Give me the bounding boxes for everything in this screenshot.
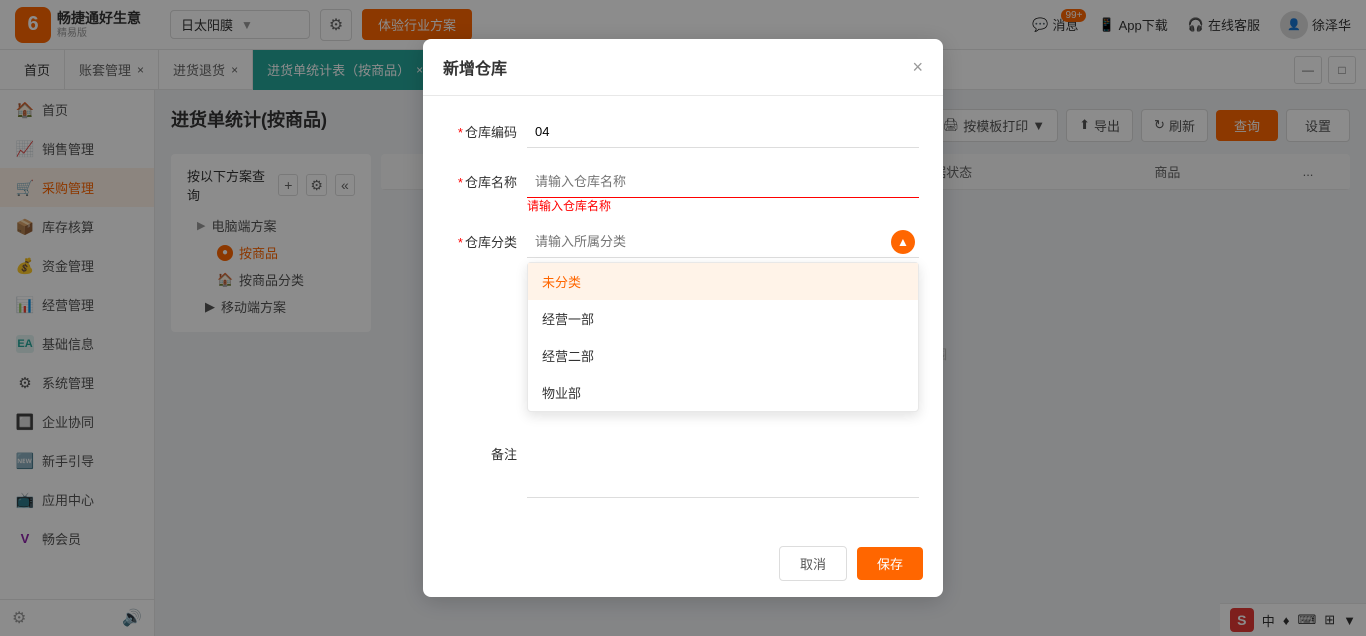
category-input[interactable] [527,226,919,258]
modal-overlay[interactable]: 新增仓库 × 仓库编码 仓库名称 请输入仓库名称 仓库分类 [0,0,1366,636]
name-error-msg: 请输入仓库名称 [527,197,611,214]
modal-header: 新增仓库 × [423,39,943,96]
category-label: 仓库分类 [447,226,527,251]
dropdown-item-0[interactable]: 未分类 [528,263,918,300]
save-button[interactable]: 保存 [857,547,923,580]
name-input[interactable] [527,166,919,198]
modal-close-btn[interactable]: × [912,58,923,76]
form-row-code: 仓库编码 [447,116,919,148]
category-select-wrap: ▲ 未分类 经营一部 经营二部 物业部 [527,226,919,258]
dropdown-item-1[interactable]: 经营一部 [528,300,918,337]
name-label: 仓库名称 [447,166,527,191]
dropdown-item-2[interactable]: 经营二部 [528,337,918,374]
modal-footer: 取消 保存 [423,536,943,597]
dropdown-item-3[interactable]: 物业部 [528,374,918,411]
new-warehouse-modal: 新增仓库 × 仓库编码 仓库名称 请输入仓库名称 仓库分类 [423,39,943,597]
modal-body: 仓库编码 仓库名称 请输入仓库名称 仓库分类 ▲ 未分类 [423,96,943,536]
category-dropdown-list: 未分类 经营一部 经营二部 物业部 [527,262,919,412]
remark-textarea[interactable] [527,438,919,498]
modal-title: 新增仓库 [443,55,507,79]
code-input[interactable] [527,116,919,148]
remark-label: 备注 [447,438,527,463]
category-dropdown-btn[interactable]: ▲ [891,230,915,254]
cancel-button[interactable]: 取消 [779,546,847,581]
form-row-remark: 备注 [447,438,919,498]
code-label: 仓库编码 [447,116,527,141]
form-row-category: 仓库分类 ▲ 未分类 经营一部 经营二部 物业部 [447,226,919,258]
form-row-name: 仓库名称 请输入仓库名称 [447,166,919,198]
